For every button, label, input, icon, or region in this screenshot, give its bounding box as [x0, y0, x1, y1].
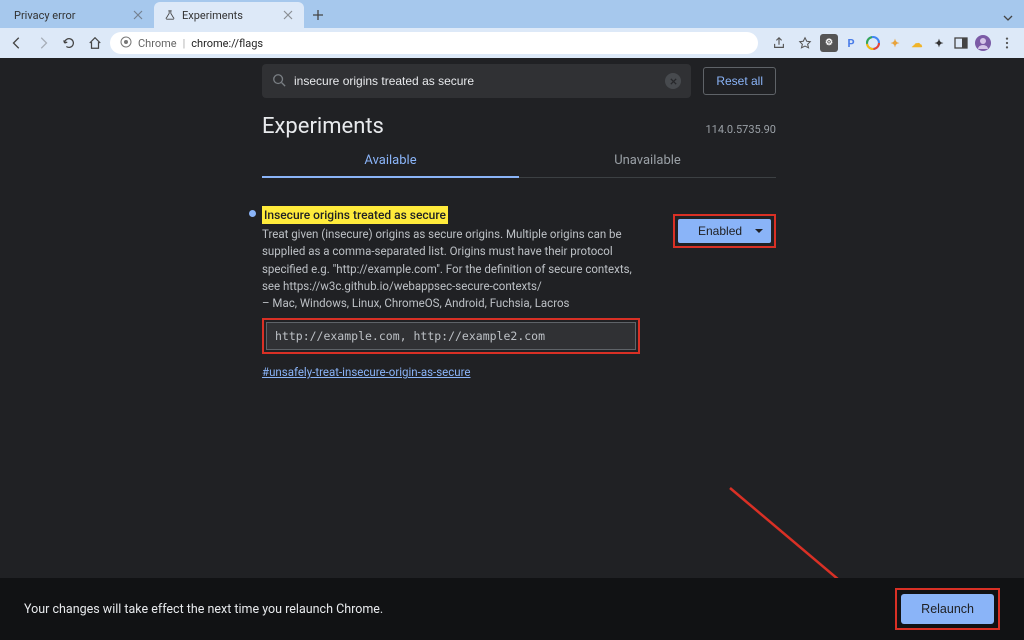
- flag-item: Insecure origins treated as secure Treat…: [262, 178, 776, 382]
- url-prefix: Chrome: [138, 37, 177, 50]
- extension-icon[interactable]: [864, 34, 882, 52]
- chrome-icon: [120, 36, 132, 51]
- tab-available[interactable]: Available: [262, 143, 519, 178]
- chevron-down-icon[interactable]: [1002, 9, 1014, 28]
- close-icon[interactable]: [282, 9, 294, 21]
- flag-description: Treat given (insecure) origins as secure…: [262, 226, 642, 295]
- modified-dot-icon: [249, 210, 256, 217]
- relaunch-button[interactable]: Relaunch: [901, 594, 994, 624]
- toolbar: Chrome | chrome://flags ⚙ P ✦ ☁ ✦: [0, 28, 1024, 58]
- page-content: Reset all Experiments 114.0.5735.90 Avai…: [0, 58, 1024, 640]
- annotation-highlight: [262, 318, 640, 354]
- home-button[interactable]: [84, 32, 106, 54]
- browser-chrome: Privacy error Experiments: [0, 0, 1024, 58]
- tab-title: Privacy error: [14, 9, 126, 22]
- flag-origins-input[interactable]: [266, 322, 636, 350]
- reset-all-button[interactable]: Reset all: [703, 67, 776, 95]
- new-tab-button[interactable]: [304, 2, 332, 28]
- annotation-highlight: Relaunch: [895, 588, 1000, 630]
- content-tabs: Available Unavailable: [262, 143, 776, 178]
- menu-icon[interactable]: [996, 32, 1018, 54]
- reload-button[interactable]: [58, 32, 80, 54]
- clear-icon[interactable]: [665, 73, 681, 89]
- annotation-highlight: Enabled: [673, 214, 776, 248]
- flask-icon: [164, 9, 176, 21]
- address-bar[interactable]: Chrome | chrome://flags: [110, 32, 758, 54]
- extension-icon[interactable]: P: [842, 34, 860, 52]
- profile-avatar[interactable]: [974, 34, 992, 52]
- back-button[interactable]: [6, 32, 28, 54]
- search-input[interactable]: [294, 74, 665, 88]
- search-icon: [272, 72, 286, 91]
- flag-title: Insecure origins treated as secure: [262, 206, 448, 224]
- close-icon[interactable]: [132, 9, 144, 21]
- extension-icon[interactable]: ⚙: [820, 34, 838, 52]
- browser-tab-0[interactable]: Privacy error: [4, 2, 154, 28]
- extensions-icon[interactable]: ✦: [930, 34, 948, 52]
- forward-button[interactable]: [32, 32, 54, 54]
- tab-title: Experiments: [182, 9, 276, 22]
- sidepanel-icon[interactable]: [952, 34, 970, 52]
- flag-anchor-link[interactable]: #unsafely-treat-insecure-origin-as-secur…: [262, 364, 470, 381]
- extension-icon[interactable]: ✦: [886, 34, 904, 52]
- flag-platforms: – Mac, Windows, Linux, ChromeOS, Android…: [262, 295, 776, 312]
- extension-icon[interactable]: ☁: [908, 34, 926, 52]
- bookmark-icon[interactable]: [794, 32, 816, 54]
- tab-strip: Privacy error Experiments: [0, 0, 1024, 28]
- url-path: chrome://flags: [191, 37, 263, 50]
- relaunch-bar: Your changes will take effect the next t…: [0, 578, 1024, 640]
- flag-state-select[interactable]: Enabled: [678, 219, 771, 243]
- page-title: Experiments: [262, 114, 384, 139]
- tab-unavailable[interactable]: Unavailable: [519, 143, 776, 178]
- relaunch-message: Your changes will take effect the next t…: [24, 602, 383, 617]
- browser-tab-1[interactable]: Experiments: [154, 2, 304, 28]
- version-label: 114.0.5735.90: [705, 123, 776, 136]
- search-box: [262, 64, 691, 98]
- share-icon[interactable]: [768, 32, 790, 54]
